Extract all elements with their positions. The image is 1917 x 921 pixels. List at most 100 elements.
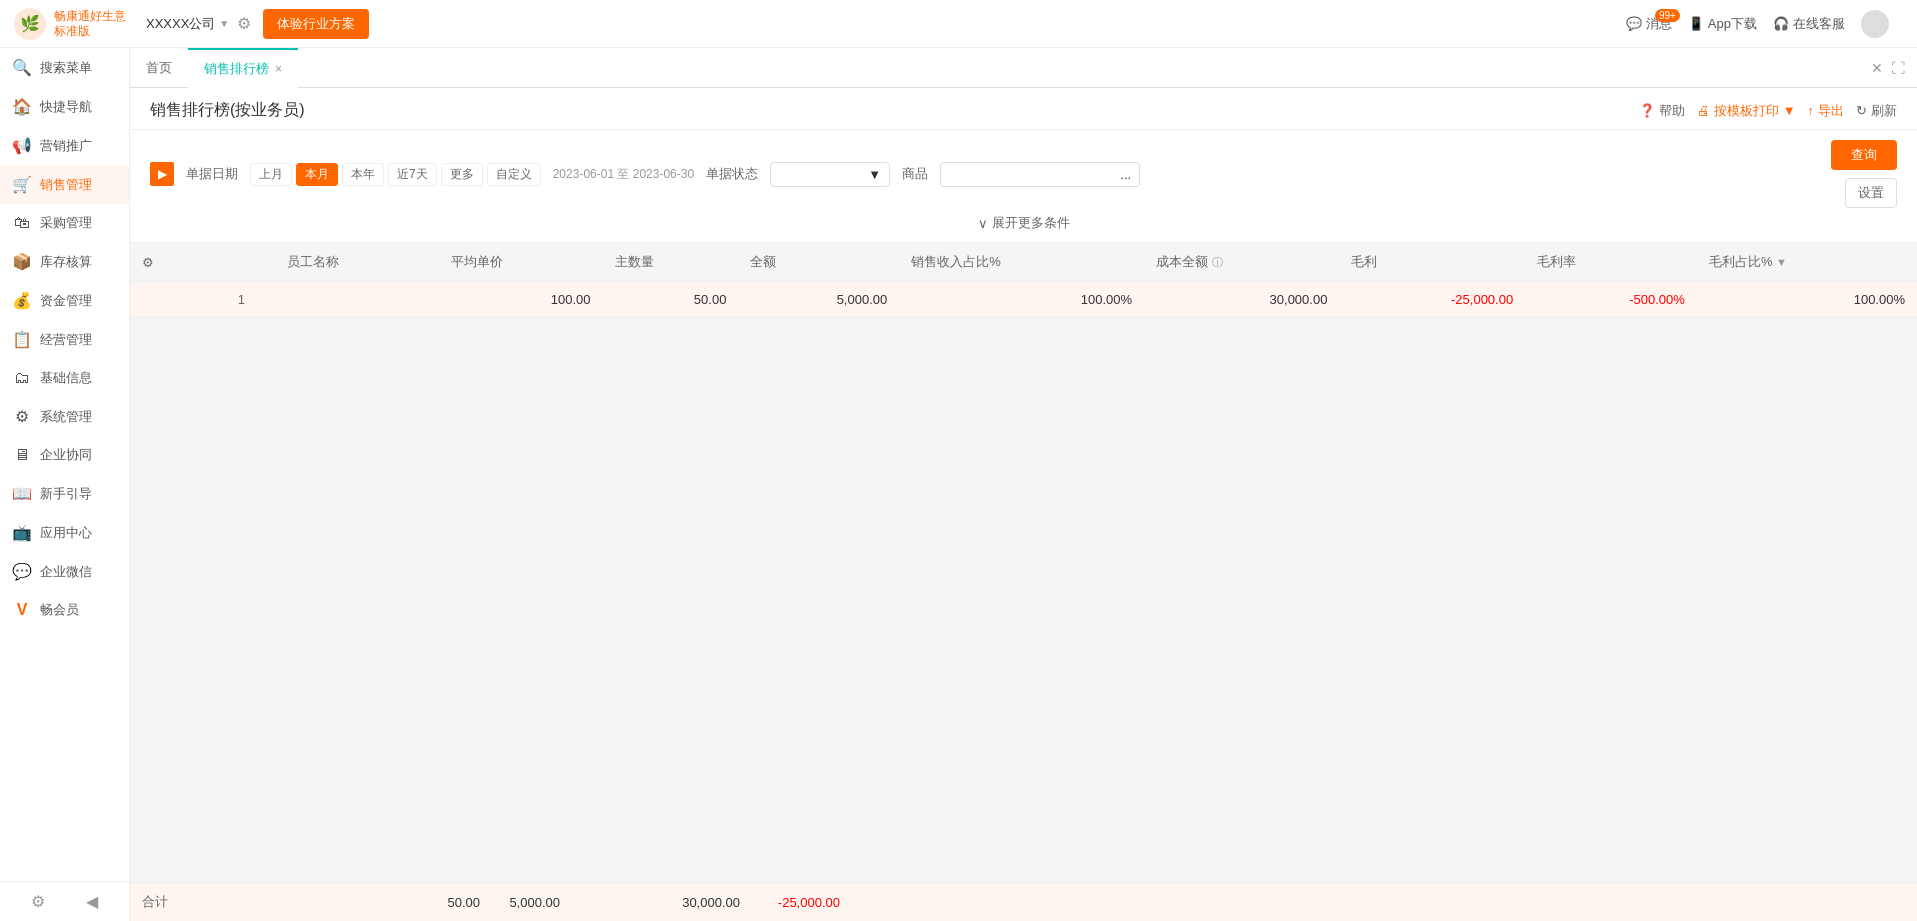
table-body: 1 100.00 50.00 5,000.00 100.00% 30,000.0…	[130, 282, 1917, 318]
system-icon: ⚙	[12, 407, 32, 426]
gross-ratio-info-icon: ▼	[1776, 256, 1787, 268]
sidebar-item-enterprise[interactable]: 🖥 企业协同	[0, 436, 129, 474]
goods-more-icon: ...	[1120, 167, 1131, 182]
company-selector[interactable]: XXXXX公司 ▼	[146, 15, 229, 33]
expand-icon[interactable]: ⛶	[1891, 60, 1905, 76]
column-header-gross-ratio: 毛利占比% ▼	[1697, 243, 1917, 282]
refresh-button[interactable]: ↻ 刷新	[1856, 102, 1897, 120]
settings-gear-icon[interactable]: ⚙	[237, 14, 251, 33]
sidebar-item-search[interactable]: 🔍 搜索菜单	[0, 48, 129, 87]
main-content: 销售排行榜(按业务员) ❓ 帮助 🖨 按模板打印 ▼ ↑	[130, 88, 1917, 921]
trial-button[interactable]: 体验行业方案	[263, 9, 369, 39]
expand-more-button[interactable]: ∨ 展开更多条件	[978, 214, 1070, 232]
query-button[interactable]: 查询	[1831, 140, 1897, 170]
page-header: 销售排行榜(按业务员) ❓ 帮助 🖨 按模板打印 ▼ ↑	[130, 88, 1917, 130]
this-month-button[interactable]: 本月	[296, 163, 338, 186]
goods-select[interactable]: ...	[940, 162, 1140, 187]
print-arrow-icon: ▼	[1783, 103, 1796, 118]
logo-text: 畅康通好生意 标准版	[54, 9, 126, 38]
expand-more-row: ∨ 展开更多条件	[150, 208, 1897, 232]
online-service-button[interactable]: 🎧 在线客服	[1773, 15, 1845, 33]
tab-close-icon[interactable]: ×	[275, 49, 282, 89]
phone-icon: 📱	[1688, 16, 1704, 31]
footer-total: 5,000.00	[480, 895, 560, 910]
status-select[interactable]: ▼	[770, 162, 890, 187]
app-download-button[interactable]: 📱 App下载	[1688, 15, 1757, 33]
row-cost: 30,000.00	[1144, 282, 1339, 318]
tab-bar: 首页 销售排行榜 × ✕ ⛶	[130, 48, 1917, 88]
last7days-button[interactable]: 近7天	[388, 163, 437, 186]
purchase-icon: 🛍	[12, 214, 32, 232]
last-month-button[interactable]: 上月	[250, 163, 292, 186]
goods-label: 商品	[902, 165, 928, 183]
row-gross-margin: -500.00%	[1525, 282, 1697, 318]
sidebar-item-operations[interactable]: 📋 经营管理	[0, 320, 129, 359]
message-icon: 💬	[1626, 16, 1642, 31]
wechat-icon: 💬	[12, 562, 32, 581]
top-right-area: 💬 消息 99+ 📱 App下载 🎧 在线客服	[1626, 10, 1905, 38]
table-row: 1 100.00 50.00 5,000.00 100.00% 30,000.0…	[130, 282, 1917, 318]
sidebar-item-member[interactable]: V 畅会员	[0, 591, 129, 629]
close-all-icon[interactable]: ✕	[1871, 60, 1883, 76]
filter-area: ▶ 单据日期 上月 本月 本年 近7天 更多 自定义 2023-06-01 至 …	[130, 130, 1917, 243]
column-header-total: 全额	[738, 243, 899, 282]
message-button[interactable]: 💬 消息 99+	[1626, 15, 1672, 33]
sidebar-item-marketing[interactable]: 📢 营销推广	[0, 126, 129, 165]
table-footer-bar: 合计 50.00 5,000.00 30,000.00 -25,000.00	[130, 882, 1917, 921]
row-rank: 1	[208, 282, 275, 318]
sidebar-item-finance[interactable]: 💰 资金管理	[0, 281, 129, 320]
cost-info-icon: ⓘ	[1212, 256, 1223, 268]
filter-expand-toggle[interactable]: ▶	[150, 162, 174, 186]
row-sales-ratio: 100.00%	[899, 282, 1144, 318]
row-qty: 50.00	[603, 282, 739, 318]
date-filter-buttons: 上月 本月 本年 近7天 更多 自定义	[250, 163, 541, 186]
sidebar-item-basic-info[interactable]: 🗂 基础信息	[0, 359, 129, 397]
custom-date-button[interactable]: 自定义	[487, 163, 541, 186]
sidebar-item-inventory[interactable]: 📦 库存核算	[0, 242, 129, 281]
sidebar: 🔍 搜索菜单 🏠 快捷导航 📢 营销推广 🛒 销售管理 🛍 采购管理 📦	[0, 48, 130, 921]
this-year-button[interactable]: 本年	[342, 163, 384, 186]
app-container: 🌿 畅康通好生意 标准版 XXXXX公司 ▼ ⚙ 体验行业方案 💬 消息 99+…	[0, 0, 1917, 921]
sales-ranking-table: ⚙ 员工名称 平均单价 主数量 全额 销售收入占比% 成本全额 ⓘ 毛利 毛利率	[130, 243, 1917, 318]
sidebar-item-sales[interactable]: 🛒 销售管理	[0, 165, 129, 204]
column-header-rank	[208, 243, 275, 282]
logo-area: 🌿 畅康通好生意 标准版	[12, 6, 142, 42]
home-icon: 🏠	[12, 97, 32, 116]
column-header-name: 员工名称	[275, 243, 439, 282]
row-settings	[130, 282, 208, 318]
help-button[interactable]: ❓ 帮助	[1639, 102, 1685, 120]
column-header-avg-price: 平均单价	[439, 243, 603, 282]
column-header-gross-profit: 毛利	[1339, 243, 1525, 282]
sidebar-item-quicknav[interactable]: 🏠 快捷导航	[0, 87, 129, 126]
column-header-cost: 成本全额 ⓘ	[1144, 243, 1339, 282]
tab-home[interactable]: 首页	[130, 48, 188, 88]
svg-text:🌿: 🌿	[20, 14, 40, 33]
footer-label: 合计	[142, 893, 180, 911]
more-date-button[interactable]: 更多	[441, 163, 483, 186]
table-container: ⚙ 员工名称 平均单价 主数量 全额 销售收入占比% 成本全额 ⓘ 毛利 毛利率	[130, 243, 1917, 318]
sidebar-settings-icon[interactable]: ⚙	[31, 892, 45, 911]
settings-button[interactable]: 设置	[1845, 178, 1897, 208]
inventory-icon: 📦	[12, 252, 32, 271]
sidebar-item-newbie[interactable]: 📖 新手引导	[0, 474, 129, 513]
tab-right-actions: ✕ ⛶	[1871, 60, 1917, 76]
export-button[interactable]: ↑ 导出	[1808, 102, 1845, 120]
sidebar-collapse-icon[interactable]: ◀	[86, 892, 98, 911]
sidebar-item-app-center[interactable]: 📺 应用中心	[0, 513, 129, 552]
tab-sales-ranking[interactable]: 销售排行榜 ×	[188, 48, 298, 88]
sidebar-item-system[interactable]: ⚙ 系统管理	[0, 397, 129, 436]
filter-row-1: ▶ 单据日期 上月 本月 本年 近7天 更多 自定义 2023-06-01 至 …	[150, 140, 1897, 208]
finance-icon: 💰	[12, 291, 32, 310]
newbie-icon: 📖	[12, 484, 32, 503]
footer-cells: 50.00 5,000.00 30,000.00 -25,000.00	[180, 895, 1905, 910]
content-area: 首页 销售排行榜 × ✕ ⛶ 销售排行榜(按业务员) ❓	[130, 48, 1917, 921]
print-button[interactable]: 🖨 按模板打印 ▼	[1697, 102, 1796, 120]
user-avatar[interactable]	[1861, 10, 1889, 38]
sidebar-item-purchase[interactable]: 🛍 采购管理	[0, 204, 129, 242]
row-avg-price: 100.00	[439, 282, 603, 318]
app-logo-icon: 🌿	[12, 6, 48, 42]
status-select-arrow-icon: ▼	[868, 167, 881, 182]
footer-gross: -25,000.00	[740, 895, 840, 910]
sidebar-item-wechat[interactable]: 💬 企业微信	[0, 552, 129, 591]
column-header-settings[interactable]: ⚙	[130, 243, 208, 282]
